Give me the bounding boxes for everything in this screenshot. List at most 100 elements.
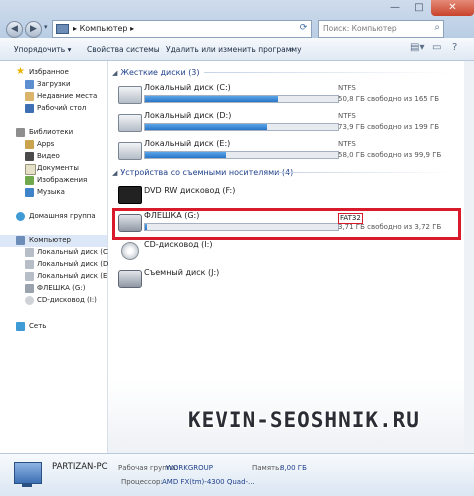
nav-drive-e[interactable]: Локальный диск (E:) bbox=[0, 271, 112, 283]
drive-c-name: Локальный диск (C:) bbox=[144, 83, 231, 92]
cd-drive-icon bbox=[25, 296, 34, 305]
nav-music[interactable]: Музыка bbox=[0, 187, 107, 199]
preview-pane-icon[interactable]: ▭ bbox=[432, 42, 441, 53]
group-hard-drives[interactable]: ◢ Жесткие диски (3) bbox=[112, 68, 200, 77]
organize-menu[interactable]: Упорядочить ▾ bbox=[14, 45, 71, 54]
drive-i[interactable]: CD-дисковод (I:) bbox=[116, 238, 346, 264]
nav-drive-d[interactable]: Локальный диск (D:) bbox=[0, 259, 113, 271]
libraries-icon bbox=[16, 128, 25, 137]
address-arrow: ▸ bbox=[73, 24, 78, 33]
hard-drive-icon bbox=[25, 248, 34, 257]
drive-d-usage-fill bbox=[145, 124, 267, 130]
forward-button[interactable]: ▶ bbox=[25, 21, 42, 38]
homegroup-icon bbox=[16, 212, 25, 221]
music-icon bbox=[25, 188, 34, 197]
address-path[interactable]: ▸ Компьютер ▸ bbox=[73, 24, 134, 33]
hard-drive-icon bbox=[118, 142, 142, 160]
nav-documents[interactable]: Документы bbox=[0, 163, 107, 175]
nav-recent-places[interactable]: Недавние места bbox=[0, 91, 107, 103]
computer-icon bbox=[16, 236, 25, 245]
video-icon bbox=[25, 152, 34, 161]
flash-drive-highlight bbox=[112, 208, 461, 240]
hard-drive-icon bbox=[118, 114, 142, 132]
drive-i-name: CD-дисковод (I:) bbox=[144, 240, 213, 249]
close-button[interactable]: ✕ bbox=[431, 0, 474, 16]
computer-stand-icon bbox=[22, 483, 32, 487]
help-icon[interactable]: ? bbox=[452, 42, 457, 53]
nav-favorites[interactable]: ★ Избранное bbox=[0, 66, 107, 79]
title-bar: — □ ✕ ◀ ▶ ▾ ▸ Компьютер ▸ ⟳ Поиск: Компь… bbox=[0, 0, 474, 38]
search-placeholder: Поиск: Компьютер bbox=[323, 24, 397, 33]
desktop-icon bbox=[25, 104, 34, 113]
toolbar-overflow-button[interactable]: » bbox=[289, 45, 294, 54]
memory-value: 8,00 ГБ bbox=[280, 464, 307, 472]
nav-downloads[interactable]: Загрузки bbox=[0, 79, 107, 91]
drive-d-free: 73,9 ГБ свободно из 199 ГБ bbox=[338, 123, 440, 131]
cpu-value: AMD FX(tm)-4300 Quad-... bbox=[162, 478, 255, 486]
search-box[interactable]: Поиск: Компьютер ⌕ bbox=[318, 20, 444, 38]
address-computer[interactable]: Компьютер bbox=[80, 24, 128, 33]
documents-icon bbox=[25, 164, 36, 175]
nav-apps[interactable]: Apps bbox=[0, 139, 107, 151]
address-bar[interactable]: ▸ Компьютер ▸ bbox=[52, 20, 312, 38]
address-arrow-2: ▸ bbox=[130, 24, 135, 33]
nav-libraries[interactable]: Библиотеки bbox=[0, 127, 107, 139]
drive-g-fs: FAT32 bbox=[338, 213, 363, 224]
nav-computer[interactable]: Компьютер bbox=[0, 235, 107, 247]
drive-d-fs: NTFS bbox=[338, 112, 356, 120]
maximize-button[interactable]: □ bbox=[407, 0, 431, 16]
nav-drive-c[interactable]: Локальный диск (C:) bbox=[0, 247, 113, 259]
drive-d-name: Локальный диск (D:) bbox=[144, 111, 232, 120]
watermark-text: KEVIN-SEOSHNIK.RU bbox=[188, 408, 420, 432]
search-icon[interactable]: ⌕ bbox=[434, 22, 440, 33]
nav-pictures[interactable]: Изображения bbox=[0, 175, 107, 187]
drive-e-fs: NTFS bbox=[338, 140, 356, 148]
minimize-button[interactable]: — bbox=[383, 0, 407, 16]
nav-desktop[interactable]: Рабочий стол bbox=[0, 103, 107, 115]
hard-drive-icon bbox=[25, 260, 34, 269]
collapse-icon: ◢ bbox=[112, 69, 118, 77]
view-options-icon[interactable]: ▤▾ bbox=[410, 42, 424, 53]
drive-e[interactable]: Локальный диск (E:) bbox=[116, 138, 346, 164]
memory-label: Память: bbox=[252, 464, 282, 472]
group-removable[interactable]: ◢ Устройства со съемными носителями (4) bbox=[112, 168, 293, 177]
back-button[interactable]: ◀ bbox=[6, 21, 23, 38]
dvd-drive-icon bbox=[118, 186, 142, 204]
drive-d-usage-bar bbox=[144, 123, 339, 131]
drive-e-usage-fill bbox=[145, 152, 227, 158]
downloads-icon bbox=[25, 80, 34, 89]
cpu-label: Процессор: bbox=[121, 478, 163, 486]
recent-places-icon bbox=[25, 92, 34, 101]
nav-homegroup[interactable]: Домашняя группа bbox=[0, 211, 107, 223]
cd-drive-icon bbox=[121, 242, 139, 260]
drive-e-usage-bar bbox=[144, 151, 339, 159]
drive-c-fs: NTFS bbox=[338, 84, 356, 92]
drive-j[interactable]: Съемный диск (J:) bbox=[116, 266, 346, 292]
group-divider bbox=[204, 72, 454, 73]
uninstall-program-button[interactable]: Удалить или изменить программу bbox=[166, 45, 302, 54]
drive-c-usage-bar bbox=[144, 95, 339, 103]
star-icon: ★ bbox=[16, 66, 25, 77]
refresh-button[interactable]: ⟳ bbox=[297, 20, 310, 36]
hard-drive-icon bbox=[25, 272, 34, 281]
nav-drive-i[interactable]: CD-дисковод (I:) bbox=[0, 295, 107, 307]
explorer-window: — □ ✕ ◀ ▶ ▾ ▸ Компьютер ▸ ⟳ Поиск: Компь… bbox=[0, 0, 474, 496]
computer-icon bbox=[56, 24, 69, 34]
drive-c[interactable]: Локальный диск (C:) bbox=[116, 82, 346, 108]
details-pane: PARTIZAN-PC Рабочая группа: WORKGROUP Па… bbox=[0, 453, 474, 496]
drive-f-name: DVD RW дисковод (F:) bbox=[144, 186, 236, 195]
system-properties-button[interactable]: Свойства системы bbox=[87, 45, 160, 54]
drive-e-name: Локальный диск (E:) bbox=[144, 139, 231, 148]
drive-c-free: 50,8 ГБ свободно из 165 ГБ bbox=[338, 95, 440, 103]
network-icon bbox=[16, 322, 25, 331]
drive-f[interactable]: DVD RW дисковод (F:) bbox=[116, 182, 346, 208]
nav-drive-g[interactable]: ФЛЕШКА (G:) bbox=[0, 283, 107, 295]
scrollbar[interactable] bbox=[464, 61, 474, 453]
drive-j-name: Съемный диск (J:) bbox=[144, 268, 220, 277]
nav-network[interactable]: Сеть bbox=[0, 321, 107, 333]
nav-video[interactable]: Видео bbox=[0, 151, 107, 163]
removable-disk-icon bbox=[118, 270, 142, 288]
drive-d[interactable]: Локальный диск (D:) bbox=[116, 110, 346, 136]
recent-pages-dropdown[interactable]: ▾ bbox=[44, 23, 48, 31]
workgroup-value: WORKGROUP bbox=[166, 464, 214, 472]
